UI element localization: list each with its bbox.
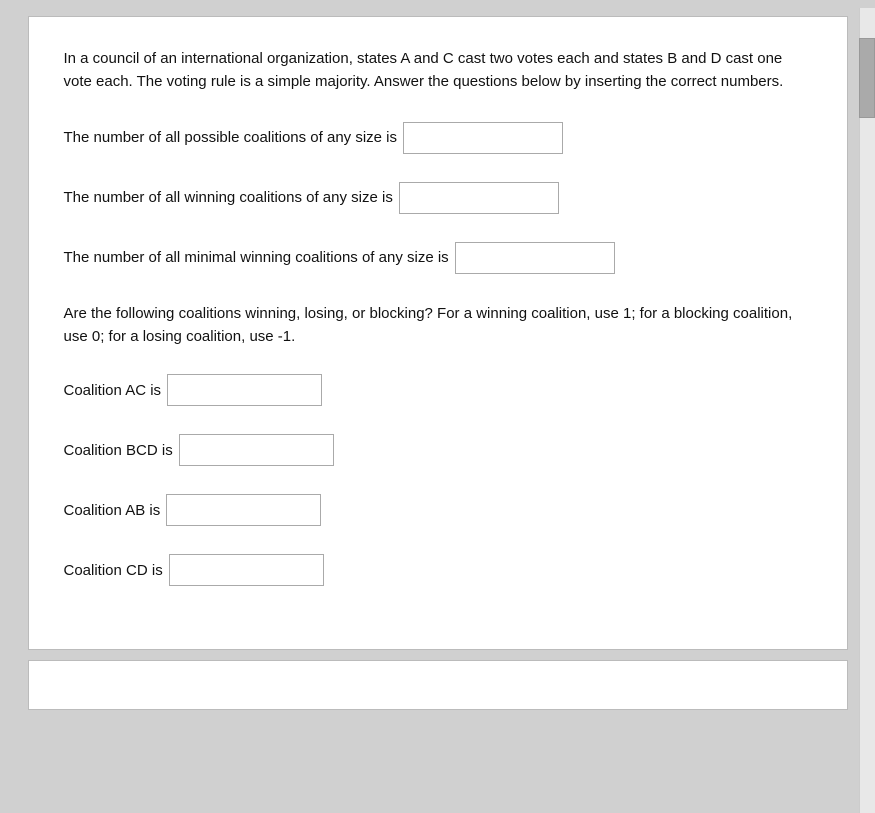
coalition-bcd-label: Coalition BCD is: [64, 442, 173, 459]
winning-coalitions-input[interactable]: [399, 182, 559, 214]
scrollbar-thumb[interactable]: [859, 38, 875, 118]
minimal-winning-coalitions-input[interactable]: [455, 242, 615, 274]
coalition-ac-row: Coalition AC is: [64, 374, 812, 406]
coalition-ab-row: Coalition AB is: [64, 494, 812, 526]
scrollbar-track: [859, 8, 875, 813]
winning-coalitions-label: The number of all winning coalitions of …: [64, 189, 393, 206]
coalition-ab-label: Coalition AB is: [64, 502, 161, 519]
coalition-bcd-row: Coalition BCD is: [64, 434, 812, 466]
coalition-cd-row: Coalition CD is: [64, 554, 812, 586]
possible-coalitions-input[interactable]: [403, 122, 563, 154]
winning-coalitions-row: The number of all winning coalitions of …: [64, 182, 812, 214]
bottom-card: [28, 660, 848, 710]
possible-coalitions-label: The number of all possible coalitions of…: [64, 129, 398, 146]
coalition-ac-label: Coalition AC is: [64, 382, 162, 399]
minimal-winning-coalitions-label: The number of all minimal winning coalit…: [64, 249, 449, 266]
intro-paragraph: In a council of an international organiz…: [64, 47, 812, 94]
coalition-ab-input[interactable]: [166, 494, 321, 526]
coalition-instructions: Are the following coalitions winning, lo…: [64, 302, 812, 349]
coalition-cd-label: Coalition CD is: [64, 562, 163, 579]
minimal-winning-coalitions-row: The number of all minimal winning coalit…: [64, 242, 812, 274]
coalition-ac-input[interactable]: [167, 374, 322, 406]
coalition-cd-input[interactable]: [169, 554, 324, 586]
coalition-bcd-input[interactable]: [179, 434, 334, 466]
possible-coalitions-row: The number of all possible coalitions of…: [64, 122, 812, 154]
main-content-card: In a council of an international organiz…: [28, 16, 848, 650]
